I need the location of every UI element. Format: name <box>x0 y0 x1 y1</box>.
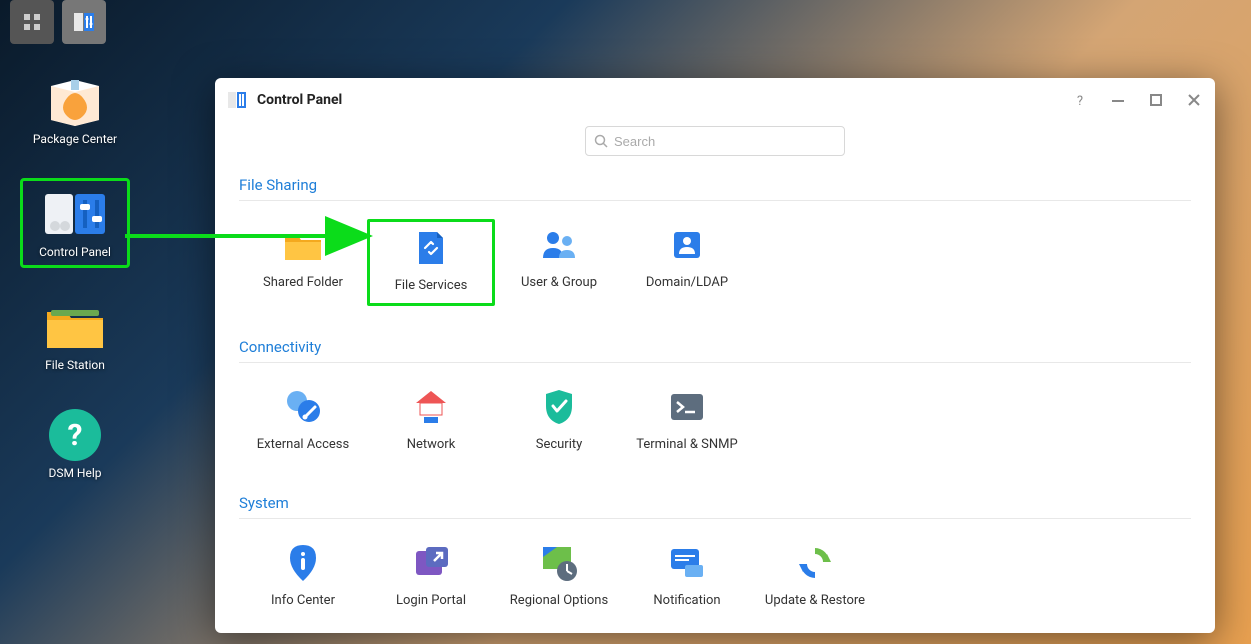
help-button[interactable]: ? <box>1071 91 1089 109</box>
cp-item-label: Security <box>536 437 583 452</box>
cp-item-label: Notification <box>653 593 720 608</box>
cp-item-label: User & Group <box>521 275 597 290</box>
window-controls: ? <box>1071 91 1203 109</box>
cp-regional-options[interactable]: Regional Options <box>495 537 623 618</box>
control-panel-small-icon <box>73 11 95 33</box>
minimize-button[interactable] <box>1109 91 1127 109</box>
control-panel-window: Control Panel ? File Sharing Shared Fold… <box>215 78 1215 633</box>
package-center-icon <box>43 74 107 128</box>
searchbar-container <box>215 122 1215 166</box>
section-system: System <box>239 484 1191 519</box>
file-sharing-grid: Shared Folder File Services User & Group… <box>239 219 1191 306</box>
security-icon <box>539 387 579 427</box>
regional-options-icon <box>539 543 579 583</box>
cp-network[interactable]: Network <box>367 381 495 462</box>
file-services-icon <box>411 228 451 268</box>
cp-terminal-snmp[interactable]: Terminal & SNMP <box>623 381 751 462</box>
cp-item-label: Domain/LDAP <box>646 275 728 290</box>
cp-user-group[interactable]: User & Group <box>495 219 623 306</box>
cp-item-label: Network <box>407 437 456 452</box>
cp-item-label: Shared Folder <box>263 275 343 290</box>
desktop-icon-label: DSM Help <box>48 466 101 480</box>
desktop-icon-control-panel[interactable]: Control Panel <box>20 178 130 268</box>
cp-update-restore[interactable]: Update & Restore <box>751 537 879 618</box>
maximize-icon <box>1150 94 1162 106</box>
cp-security[interactable]: Security <box>495 381 623 462</box>
external-access-icon <box>283 387 323 427</box>
close-icon <box>1188 94 1200 106</box>
desktop-icons: Package Center Control Panel File Statio… <box>20 70 130 484</box>
cp-info-center[interactable]: Info Center <box>239 537 367 618</box>
desktop-icon-dsm-help[interactable]: ? DSM Help <box>20 404 130 484</box>
cp-domain-ldap[interactable]: Domain/LDAP <box>623 219 751 306</box>
cp-shared-folder[interactable]: Shared Folder <box>239 219 367 306</box>
cp-notification[interactable]: Notification <box>623 537 751 618</box>
control-panel-content[interactable]: File Sharing Shared Folder File Services… <box>215 166 1215 633</box>
minimize-icon <box>1111 93 1125 107</box>
apps-grid-icon <box>22 12 42 32</box>
question-icon: ? <box>1073 93 1087 107</box>
cp-item-label: Login Portal <box>396 593 466 608</box>
window-titlebar[interactable]: Control Panel ? <box>215 78 1215 122</box>
file-station-icon <box>43 300 107 354</box>
cp-external-access[interactable]: External Access <box>239 381 367 462</box>
control-panel-icon <box>43 187 107 241</box>
cp-item-label: File Services <box>395 278 468 293</box>
dsm-help-icon: ? <box>43 408 107 462</box>
maximize-button[interactable] <box>1147 91 1165 109</box>
cp-file-services[interactable]: File Services <box>367 219 495 306</box>
window-title: Control Panel <box>257 92 1061 108</box>
login-portal-icon <box>411 543 451 583</box>
desktop-icon-file-station[interactable]: File Station <box>20 296 130 376</box>
svg-text:?: ? <box>68 418 83 453</box>
desktop-icon-label: File Station <box>45 358 105 372</box>
desktop-icon-label: Package Center <box>33 132 117 146</box>
domain-ldap-icon <box>667 225 707 265</box>
terminal-icon <box>667 387 707 427</box>
shared-folder-icon <box>283 225 323 265</box>
taskbar-apps-button[interactable] <box>10 0 54 44</box>
desktop-icon-package-center[interactable]: Package Center <box>20 70 130 150</box>
connectivity-grid: External Access Network Security Termina… <box>239 381 1191 462</box>
network-icon <box>411 387 451 427</box>
control-panel-title-icon <box>227 90 247 110</box>
update-restore-icon <box>795 543 835 583</box>
svg-text:?: ? <box>1077 94 1083 107</box>
notification-icon <box>667 543 707 583</box>
system-grid: Info Center Login Portal Regional Option… <box>239 537 1191 618</box>
section-file-sharing: File Sharing <box>239 166 1191 201</box>
taskbar-control-panel-button[interactable] <box>62 0 106 44</box>
cp-item-label: Update & Restore <box>765 593 865 608</box>
search-input[interactable] <box>614 134 836 149</box>
cp-login-portal[interactable]: Login Portal <box>367 537 495 618</box>
user-group-icon <box>539 225 579 265</box>
cp-item-label: External Access <box>257 437 349 452</box>
info-center-icon <box>283 543 323 583</box>
cp-item-label: Regional Options <box>510 593 608 608</box>
taskbar <box>10 0 106 44</box>
close-button[interactable] <box>1185 91 1203 109</box>
cp-item-label: Terminal & SNMP <box>636 437 737 452</box>
search-icon <box>594 134 608 148</box>
section-connectivity: Connectivity <box>239 328 1191 363</box>
cp-item-label: Info Center <box>271 593 335 608</box>
search-field[interactable] <box>585 126 845 156</box>
desktop-icon-label: Control Panel <box>39 245 111 259</box>
